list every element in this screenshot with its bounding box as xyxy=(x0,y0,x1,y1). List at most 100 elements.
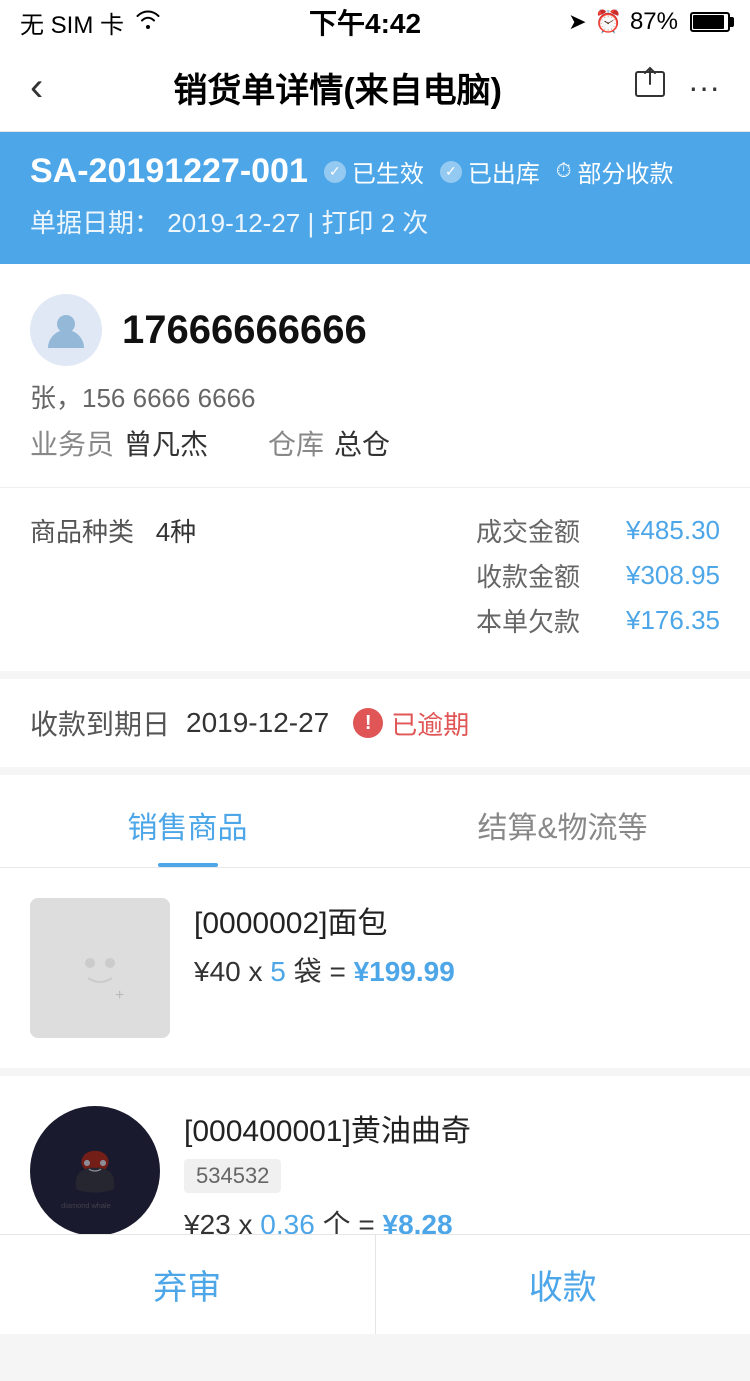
customer-id: 17666666666 xyxy=(122,308,367,353)
product-sku-cookie: 534532 xyxy=(184,1159,281,1193)
collect-button[interactable]: 收款 xyxy=(376,1235,750,1334)
bottom-bar: 弃审 收款 xyxy=(0,1234,750,1334)
total-bread: ¥199.99 xyxy=(354,956,455,987)
tab-products[interactable]: 销售商品 xyxy=(0,775,375,867)
customer-section: 17666666666 张，156 6666 6666 业务员 曾凡杰 仓库 总… xyxy=(0,264,750,488)
collect-label: 收款 xyxy=(529,1260,597,1309)
product-type-row: 商品种类 4种 xyxy=(30,512,196,549)
avatar-icon xyxy=(44,308,88,352)
warehouse-item: 仓库 总仓 xyxy=(268,423,390,463)
due-amount-value: ¥176.35 xyxy=(600,605,720,636)
multiply-bread: x xyxy=(249,956,271,987)
product-image-bread: + xyxy=(30,898,170,1038)
order-date: 单据日期： 2019-12-27 | 打印 2 次 xyxy=(30,203,720,240)
date-value: 2019-12-27 xyxy=(167,208,300,238)
status-bar-right: ➤ ⏰ 87% xyxy=(568,8,730,36)
share-button[interactable] xyxy=(632,66,668,110)
nav-actions: ··· xyxy=(632,66,720,110)
overdue-badge: ! 已逾期 xyxy=(353,705,469,742)
amounts-section: 商品种类 4种 成交金额 ¥485.30 收款金额 ¥308.95 本单欠款 ¥… xyxy=(0,488,750,679)
status-bar-left: 无 SIM 卡 xyxy=(20,5,162,40)
battery-text: 87% xyxy=(630,8,678,36)
date-label: 单据日期： xyxy=(30,208,160,238)
tab-products-label: 销售商品 xyxy=(128,812,248,845)
product-name-cookie: [000400001]黄油曲奇 xyxy=(184,1106,720,1150)
product-price-bread: ¥40 x 5 袋 = ¥199.99 xyxy=(194,950,720,990)
product-type-value: 4种 xyxy=(156,517,196,547)
product-code-bread: [0000002] xyxy=(194,907,327,940)
location-icon: ➤ xyxy=(568,9,586,35)
amounts-right: 成交金额 ¥485.30 收款金额 ¥308.95 本单欠款 ¥176.35 xyxy=(476,512,720,647)
received-amount-row: 收款金额 ¥308.95 xyxy=(476,557,720,594)
reject-button[interactable]: 弃审 xyxy=(0,1235,376,1334)
product-info-cookie: [000400001]黄油曲奇 534532 ¥23 x 0.36 个 = ¥8… xyxy=(184,1106,720,1243)
clock-icon: ⏱ xyxy=(556,160,572,183)
unit-bread: 袋 xyxy=(294,956,322,987)
overdue-icon: ! xyxy=(353,708,383,738)
more-button[interactable]: ··· xyxy=(688,69,720,106)
status-bar-time: 下午4:42 xyxy=(309,2,421,42)
trade-amount-value: ¥485.30 xyxy=(600,515,720,546)
due-amount-row: 本单欠款 ¥176.35 xyxy=(476,602,720,639)
wifi-icon xyxy=(134,8,162,36)
back-button[interactable]: ‹ xyxy=(30,65,43,110)
product-type-label: 商品种类 xyxy=(30,517,134,547)
product-info-bread: [0000002]面包 ¥40 x 5 袋 = ¥199.99 xyxy=(194,898,720,990)
status-partial: ⏱ 部分收款 xyxy=(556,154,674,189)
print-info: | 打印 2 次 xyxy=(307,208,428,238)
svg-text:+: + xyxy=(115,987,124,1004)
qty-bread: 5 xyxy=(270,956,286,987)
product-item: + [0000002]面包 ¥40 x 5 袋 = ¥199.99 xyxy=(0,868,750,1068)
product-name-cookie-text: 黄油曲奇 xyxy=(351,1115,471,1148)
customer-avatar xyxy=(30,294,102,366)
tab-settlement-label: 结算&物流等 xyxy=(477,812,647,845)
overdue-text: 已逾期 xyxy=(391,705,469,742)
status-partial-label: 部分收款 xyxy=(578,154,674,189)
order-id-row: SA-20191227-001 ✓ 已生效 ✓ 已出库 ⏱ 部分收款 xyxy=(30,152,720,191)
status-shipped: ✓ 已出库 xyxy=(440,154,540,189)
nav-bar: ‹ 销货单详情(来自电脑) ··· xyxy=(0,44,750,132)
status-bar: 无 SIM 卡 下午4:42 ➤ ⏰ 87% xyxy=(0,0,750,44)
status-shipped-label: 已出库 xyxy=(468,154,540,189)
due-date-value: 2019-12-27 xyxy=(186,707,329,739)
order-header: SA-20191227-001 ✓ 已生效 ✓ 已出库 ⏱ 部分收款 单据日期：… xyxy=(0,132,750,264)
page-title: 销货单详情(来自电脑) xyxy=(43,63,632,112)
product-sku-wrapper: 534532 xyxy=(184,1158,720,1203)
customer-contact: 张，156 6666 6666 xyxy=(30,378,720,415)
status-active: ✓ 已生效 xyxy=(324,154,424,189)
product-list: + [0000002]面包 ¥40 x 5 袋 = ¥199.99 xyxy=(0,868,750,1273)
product-name-bread-text: 面包 xyxy=(327,907,387,940)
price-bread: ¥40 xyxy=(194,956,241,987)
reject-label: 弃审 xyxy=(153,1260,221,1309)
due-date-section: 收款到期日 2019-12-27 ! 已逾期 xyxy=(0,679,750,775)
received-amount-label: 收款金额 xyxy=(476,557,580,594)
equals-bread: = xyxy=(329,956,353,987)
product-code-cookie: [000400001] xyxy=(184,1115,351,1148)
trade-amount-label: 成交金额 xyxy=(476,512,580,549)
customer-row: 17666666666 xyxy=(30,294,720,366)
product-image-cookie: diamond whale xyxy=(30,1106,160,1236)
tabs-section: 销售商品 结算&物流等 xyxy=(0,775,750,868)
salesperson-item: 业务员 曾凡杰 xyxy=(30,423,208,463)
tab-settlement[interactable]: 结算&物流等 xyxy=(375,775,750,867)
carrier-text: 无 SIM 卡 xyxy=(20,5,124,40)
customer-meta: 业务员 曾凡杰 仓库 总仓 xyxy=(30,423,720,463)
status-active-label: 已生效 xyxy=(352,154,424,189)
cookie-image-svg: diamond whale xyxy=(55,1131,135,1211)
alarm-icon: ⏰ xyxy=(595,9,622,35)
due-amount-label: 本单欠款 xyxy=(476,602,580,639)
warehouse-value: 总仓 xyxy=(334,423,390,463)
warehouse-label: 仓库 xyxy=(268,423,324,463)
order-id: SA-20191227-001 xyxy=(30,152,308,191)
check-icon-active: ✓ xyxy=(324,161,346,183)
battery-icon xyxy=(690,12,730,32)
product-name-bread: [0000002]面包 xyxy=(194,898,720,942)
salesperson-value: 曾凡杰 xyxy=(124,423,208,463)
amounts-left: 商品种类 4种 xyxy=(30,512,196,553)
received-amount-value: ¥308.95 xyxy=(600,560,720,591)
check-icon-shipped: ✓ xyxy=(440,161,462,183)
svg-text:diamond whale: diamond whale xyxy=(61,1201,111,1210)
salesperson-label: 业务员 xyxy=(30,423,114,463)
trade-amount-row: 成交金额 ¥485.30 xyxy=(476,512,720,549)
due-date-label: 收款到期日 xyxy=(30,703,170,743)
